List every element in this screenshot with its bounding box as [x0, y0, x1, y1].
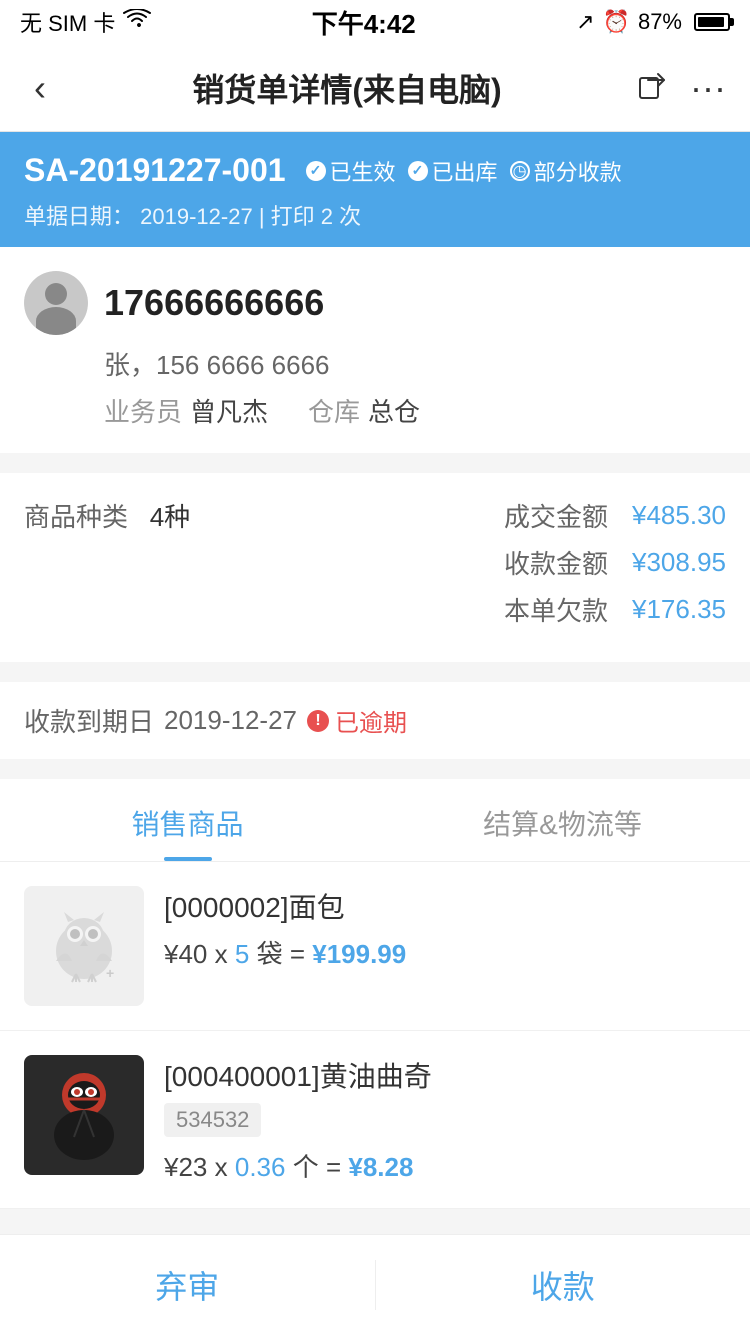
customer-contact: 张，156 6666 6666 — [24, 345, 726, 382]
nav-bar: ‹ 销货单详情(来自电脑) ··· — [0, 44, 750, 132]
tabs-section: 销售商品 结算&物流等 — [0, 779, 750, 862]
bottom-bar: 弃审 收款 — [0, 1234, 750, 1334]
product-details-1: [0000002]面包 ¥40 x 5 袋 = ¥199.99 — [164, 886, 726, 971]
product-qty-2: 0.36 — [235, 1152, 286, 1182]
products-section: + [0000002]面包 ¥40 x 5 袋 = ¥199.99 — [0, 862, 750, 1209]
battery-percent: 87% — [638, 9, 682, 35]
status-left: 无 SIM 卡 — [20, 6, 151, 38]
customer-name: 17666666666 — [104, 282, 324, 324]
summary-right: 成交金额 ¥485.30 收款金额 ¥308.95 本单欠款 ¥176.35 — [504, 497, 726, 638]
status-tags: 已生效 已出库 部分收款 — [306, 155, 622, 187]
debt-amount-label: 本单欠款 — [504, 591, 608, 628]
product-qty-1: 5 — [235, 939, 249, 969]
status-shipped: 已出库 — [432, 155, 498, 187]
cancel-button[interactable]: 弃审 — [0, 1242, 375, 1328]
product-details-2: [000400001]黄油曲奇 534532 ¥23 x 0.36 个 = ¥8… — [164, 1055, 726, 1184]
tab-settlement[interactable]: 结算&物流等 — [375, 779, 750, 861]
product-types-item: 商品种类 4种 — [24, 497, 190, 534]
avatar — [24, 271, 88, 335]
warehouse-label: 仓库 — [308, 392, 360, 429]
check-icon-1 — [306, 161, 326, 181]
header-banner: SA-20191227-001 已生效 已出库 部分收款 单据日期： 2019-… — [0, 132, 750, 247]
status-right: ↗ ⏰ 87% — [576, 9, 730, 35]
product-name-2: [000400001]黄油曲奇 — [164, 1055, 726, 1095]
received-amount-label: 收款金额 — [504, 544, 608, 581]
status-time: 下午4:42 — [312, 4, 416, 41]
received-amount-value: ¥308.95 — [632, 547, 726, 578]
header-date: 单据日期： 2019-12-27 | 打印 2 次 — [24, 199, 726, 231]
check-icon-2 — [408, 161, 428, 181]
order-id: SA-20191227-001 — [24, 152, 286, 189]
status-tag-shipped: 已出库 — [408, 155, 498, 187]
product-image-1: + — [24, 886, 144, 1006]
status-effective: 已生效 — [330, 155, 396, 187]
overdue-icon: ! — [307, 710, 329, 732]
status-partial: 部分收款 — [534, 155, 622, 187]
warehouse-name: 总仓 — [368, 392, 420, 429]
due-label: 收款到期日 — [24, 702, 154, 739]
location-icon: ↗ — [576, 9, 594, 35]
back-button[interactable]: ‹ — [24, 57, 56, 119]
battery-icon — [694, 13, 730, 31]
deal-amount-label: 成交金额 — [504, 497, 608, 534]
product-price-1: ¥40 x 5 袋 = ¥199.99 — [164, 934, 726, 971]
gap-2 — [0, 672, 750, 682]
product-image-2 — [24, 1055, 144, 1175]
customer-meta: 业务员 曾凡杰 仓库 总仓 — [24, 392, 726, 429]
product-item-2: [000400001]黄油曲奇 534532 ¥23 x 0.36 个 = ¥8… — [0, 1031, 750, 1209]
customer-section: 17666666666 张，156 6666 6666 业务员 曾凡杰 仓库 总… — [0, 247, 750, 453]
product-name-1: [0000002]面包 — [164, 886, 726, 926]
sales-name: 曾凡杰 — [190, 392, 268, 429]
product-types-value: 4种 — [150, 502, 190, 532]
due-section: 收款到期日 2019-12-27 ! 已逾期 — [0, 682, 750, 759]
sales-label: 业务员 — [104, 392, 182, 429]
more-button[interactable]: ··· — [690, 67, 726, 109]
deal-amount-value: ¥485.30 — [632, 500, 726, 531]
tab-products[interactable]: 销售商品 — [0, 779, 375, 861]
confirm-button[interactable]: 收款 — [376, 1242, 750, 1328]
summary-section: 商品种类 4种 成交金额 ¥485.30 收款金额 ¥308.95 本单欠款 ¥… — [0, 473, 750, 662]
status-bar: 无 SIM 卡 下午4:42 ↗ ⏰ 87% — [0, 0, 750, 44]
product-item: + [0000002]面包 ¥40 x 5 袋 = ¥199.99 — [0, 862, 750, 1031]
gap-1 — [0, 463, 750, 473]
product-price-2: ¥23 x 0.36 个 = ¥8.28 — [164, 1147, 726, 1184]
wifi-icon — [123, 9, 151, 35]
status-tag-partial: 部分收款 — [510, 155, 622, 187]
product-total-2: ¥8.28 — [348, 1152, 413, 1182]
overdue-text: 已逾期 — [335, 703, 407, 738]
gap-3 — [0, 769, 750, 779]
clock-icon — [510, 161, 530, 181]
product-total-1: ¥199.99 — [312, 939, 406, 969]
alarm-icon: ⏰ — [603, 9, 630, 35]
share-button[interactable] — [638, 67, 670, 109]
overdue-badge: ! 已逾期 — [307, 703, 407, 738]
carrier-text: 无 SIM 卡 — [20, 6, 115, 38]
status-tag-effective: 已生效 — [306, 155, 396, 187]
page-title: 销货单详情(来自电脑) — [192, 65, 501, 111]
nav-actions: ··· — [638, 67, 726, 109]
svg-text:+: + — [106, 965, 114, 981]
tabs-row: 销售商品 结算&物流等 — [0, 779, 750, 862]
product-batch: 534532 — [164, 1103, 261, 1137]
debt-amount-value: ¥176.35 — [632, 594, 726, 625]
due-date: 2019-12-27 — [164, 705, 297, 736]
product-types-label: 商品种类 — [24, 502, 128, 532]
